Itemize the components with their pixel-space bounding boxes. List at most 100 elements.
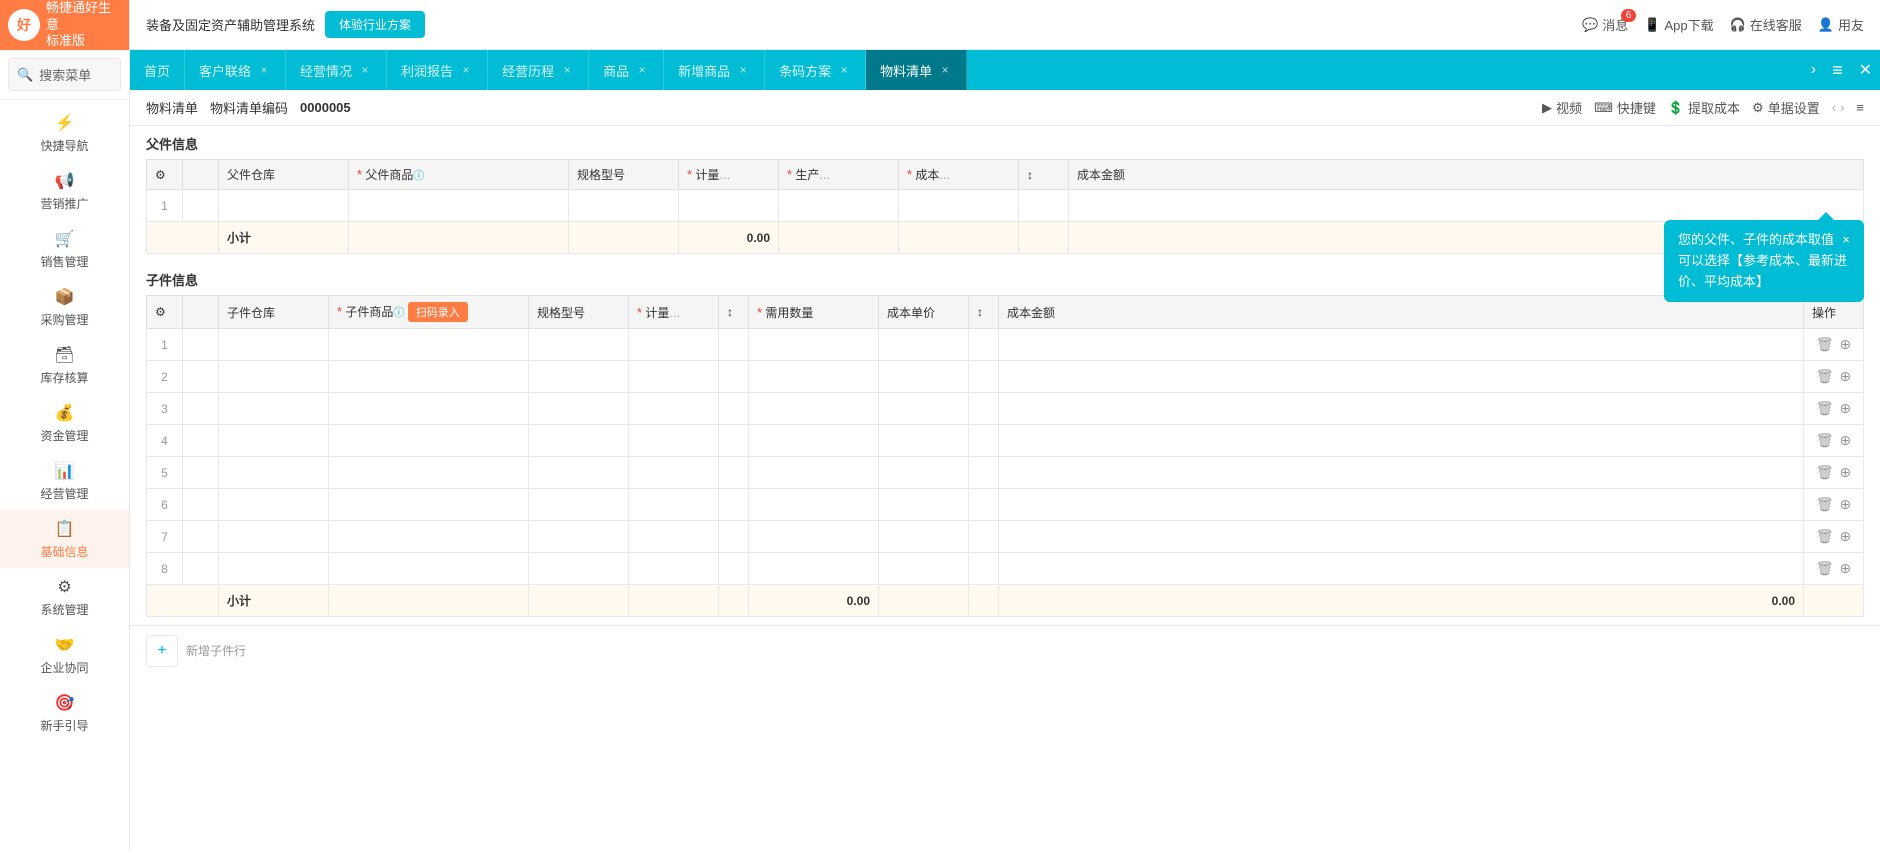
sidebar-item-inventory[interactable]: 🗃 库存核算 <box>0 336 129 394</box>
child-col-settings[interactable]: ⚙ <box>147 296 183 329</box>
child-row-qty-2[interactable] <box>749 393 879 425</box>
delete-icon[interactable]: 🗑 <box>1816 432 1834 449</box>
tab-bom[interactable]: 物料清单 × <box>866 50 967 90</box>
sidebar-item-system[interactable]: ⚙ 系统管理 <box>0 568 129 626</box>
child-row-spec-6[interactable] <box>529 521 629 553</box>
copy-icon[interactable]: ⊕ <box>1840 400 1852 417</box>
child-row-unit-cost-4[interactable] <box>879 457 969 489</box>
delete-icon[interactable]: 🗑 <box>1816 336 1834 353</box>
sidebar-item-coop[interactable]: 🤝 企业协同 <box>0 626 129 684</box>
sidebar-item-guide[interactable]: 🎯 新手引导 <box>0 684 129 742</box>
child-row-unit-6[interactable] <box>629 521 719 553</box>
delete-icon[interactable]: 🗑 <box>1816 560 1834 577</box>
parent-row-spec[interactable] <box>569 190 679 222</box>
child-row-warehouse-7[interactable] <box>219 553 329 585</box>
child-row-spec-0[interactable] <box>529 329 629 361</box>
shortcut-button[interactable]: ⌨ 快捷键 <box>1594 98 1656 117</box>
child-row-spec-7[interactable] <box>529 553 629 585</box>
delete-icon[interactable]: 🗑 <box>1816 496 1834 513</box>
child-row-unit-cost-1[interactable] <box>879 361 969 393</box>
child-row-qty-6[interactable] <box>749 521 879 553</box>
sidebar-item-finance[interactable]: 💰 资金管理 <box>0 394 129 452</box>
user-menu[interactable]: 👤 用友 <box>1818 15 1864 34</box>
child-row-product-5[interactable] <box>329 489 529 521</box>
parent-row-production[interactable] <box>779 190 899 222</box>
delete-icon[interactable]: 🗑 <box>1816 528 1834 545</box>
child-row-qty-7[interactable] <box>749 553 879 585</box>
tab-operations[interactable]: 经营情况 × <box>286 50 387 90</box>
child-row-spec-1[interactable] <box>529 361 629 393</box>
delete-icon[interactable]: 🗑 <box>1816 464 1834 481</box>
child-row-product-4[interactable] <box>329 457 529 489</box>
sidebar-item-purchase[interactable]: 📦 采购管理 <box>0 278 129 336</box>
parent-col-settings[interactable]: ⚙ <box>147 160 183 190</box>
single-settings-button[interactable]: ⚙ 单据设置 <box>1752 98 1820 117</box>
trial-button[interactable]: 体验行业方案 <box>325 11 425 38</box>
child-row-spec-5[interactable] <box>529 489 629 521</box>
parent-row-unit[interactable] <box>679 190 779 222</box>
prev-button[interactable]: ‹ <box>1832 100 1836 115</box>
child-row-unit-7[interactable] <box>629 553 719 585</box>
child-row-warehouse-0[interactable] <box>219 329 329 361</box>
child-row-product-6[interactable] <box>329 521 529 553</box>
child-row-warehouse-3[interactable] <box>219 425 329 457</box>
child-row-warehouse-6[interactable] <box>219 521 329 553</box>
child-row-unit-1[interactable] <box>629 361 719 393</box>
view-video-button[interactable]: ▶ 视频 <box>1542 98 1582 117</box>
child-row-product-2[interactable] <box>329 393 529 425</box>
child-row-unit-4[interactable] <box>629 457 719 489</box>
child-row-spec-2[interactable] <box>529 393 629 425</box>
extract-cost-button[interactable]: 💲 提取成本 <box>1668 98 1740 117</box>
sidebar-item-marketing[interactable]: 📢 营销推广 <box>0 162 129 220</box>
tab-new-product[interactable]: 新增商品 × <box>664 50 765 90</box>
sidebar-item-quicknav[interactable]: ⚡ 快捷导航 <box>0 104 129 162</box>
copy-icon[interactable]: ⊕ <box>1840 432 1852 449</box>
copy-icon[interactable]: ⊕ <box>1840 368 1852 385</box>
tooltip-close-button[interactable]: × <box>1842 230 1850 251</box>
child-row-qty-0[interactable] <box>749 329 879 361</box>
child-row-qty-1[interactable] <box>749 361 879 393</box>
tabs-menu-button[interactable]: ≡ <box>1824 60 1851 81</box>
tab-history[interactable]: 经营历程 × <box>488 50 589 90</box>
child-row-unit-cost-2[interactable] <box>879 393 969 425</box>
child-row-qty-3[interactable] <box>749 425 879 457</box>
child-row-product-3[interactable] <box>329 425 529 457</box>
tab-customer[interactable]: 客户联络 × <box>185 50 286 90</box>
child-row-spec-3[interactable] <box>529 425 629 457</box>
close-all-tabs-button[interactable]: ✕ <box>1851 60 1880 80</box>
child-row-warehouse-1[interactable] <box>219 361 329 393</box>
child-row-product-1[interactable] <box>329 361 529 393</box>
sidebar-item-sales[interactable]: 🛒 销售管理 <box>0 220 129 278</box>
tab-scroll-right[interactable]: › <box>1803 61 1824 79</box>
tab-close-operations[interactable]: × <box>358 63 372 77</box>
child-row-warehouse-4[interactable] <box>219 457 329 489</box>
child-row-spec-4[interactable] <box>529 457 629 489</box>
delete-icon[interactable]: 🗑 <box>1816 400 1834 417</box>
child-row-unit-3[interactable] <box>629 425 719 457</box>
child-row-unit-0[interactable] <box>629 329 719 361</box>
copy-icon[interactable]: ⊕ <box>1840 464 1852 481</box>
child-row-unit-cost-7[interactable] <box>879 553 969 585</box>
copy-icon[interactable]: ⊕ <box>1840 528 1852 545</box>
tab-products[interactable]: 商品 × <box>589 50 664 90</box>
parent-row-cost[interactable] <box>899 190 1019 222</box>
child-row-product-0[interactable] <box>329 329 529 361</box>
child-row-product-7[interactable] <box>329 553 529 585</box>
tab-close-history[interactable]: × <box>560 63 574 77</box>
next-button[interactable]: › <box>1840 100 1844 115</box>
child-row-unit-5[interactable] <box>629 489 719 521</box>
sidebar-item-basic[interactable]: 📋 基础信息 <box>0 510 129 568</box>
child-row-qty-4[interactable] <box>749 457 879 489</box>
online-service-button[interactable]: 🎧 在线客服 <box>1730 15 1802 34</box>
copy-icon[interactable]: ⊕ <box>1840 496 1852 513</box>
child-row-unit-cost-0[interactable] <box>879 329 969 361</box>
tab-close-new-product[interactable]: × <box>736 63 750 77</box>
list-view-button[interactable]: ≡ <box>1856 100 1864 115</box>
tab-close-products[interactable]: × <box>635 63 649 77</box>
child-row-unit-cost-6[interactable] <box>879 521 969 553</box>
tab-profit[interactable]: 利润报告 × <box>387 50 488 90</box>
copy-icon[interactable]: ⊕ <box>1840 336 1852 353</box>
copy-icon[interactable]: ⊕ <box>1840 560 1852 577</box>
parent-row-warehouse[interactable] <box>219 190 349 222</box>
tab-close-customer[interactable]: × <box>257 63 271 77</box>
